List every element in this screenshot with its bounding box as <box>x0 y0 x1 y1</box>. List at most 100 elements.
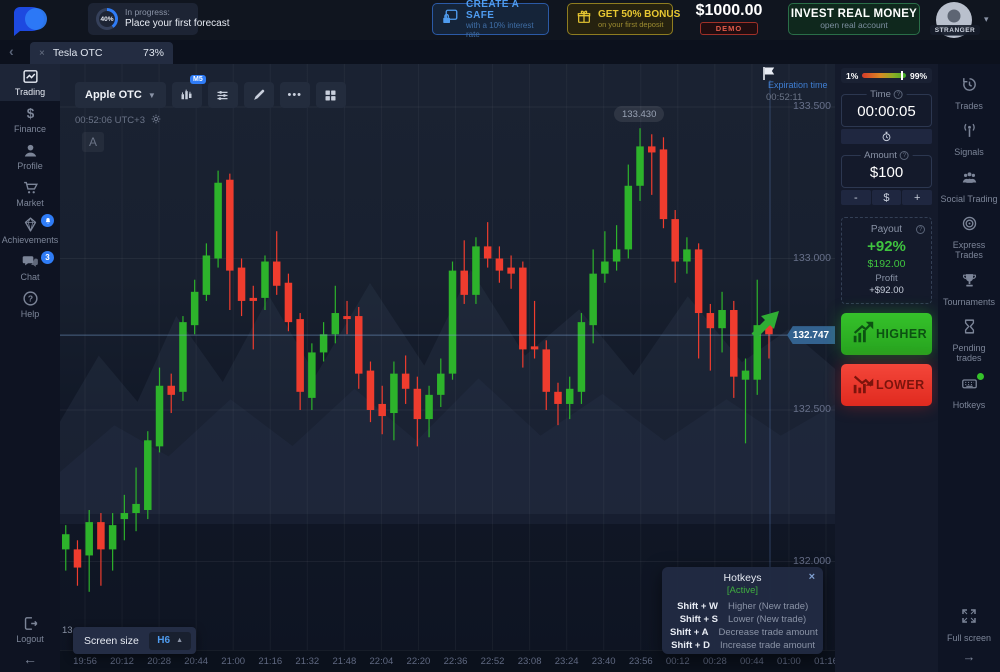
right-item-hotkeys[interactable]: Hotkeys <box>938 375 1000 410</box>
sidebar-item-help[interactable]: ?Help <box>0 286 60 323</box>
onboarding-progress[interactable]: 40% In progress: Place your first foreca… <box>88 3 198 35</box>
amount-field[interactable]: Amount? $100 <box>841 155 932 188</box>
more-tools-button[interactable]: ••• <box>280 82 310 108</box>
drawing-tools-button[interactable] <box>244 82 274 108</box>
time-axis-label: 21:00 <box>221 656 245 667</box>
invest-real-money-button[interactable]: INVEST REAL MONEY open real account <box>788 3 920 35</box>
lower-button[interactable]: LOWER <box>841 364 932 406</box>
layout-grid-button[interactable] <box>316 82 346 108</box>
trades-icon <box>961 76 978 98</box>
time-axis-label: 20:28 <box>147 656 171 667</box>
tabs-back-chevron-icon[interactable]: ‹ <box>9 43 14 59</box>
demo-account-badge: DEMO <box>700 22 758 35</box>
progress-caption: In progress: <box>125 7 229 18</box>
time-field[interactable]: Time? 00:00:05 <box>841 94 932 127</box>
sidebar-item-finance[interactable]: $Finance <box>0 101 60 138</box>
amount-currency-button[interactable]: $ <box>872 190 902 205</box>
left-sidebar: Trading $Finance Profile MarketAchievements… <box>0 64 60 672</box>
signals-icon <box>961 122 978 144</box>
amount-value[interactable]: $100 <box>842 164 931 181</box>
brand-logo-icon[interactable] <box>12 6 52 34</box>
sidebar-item-market[interactable]: Market <box>0 175 60 212</box>
amount-help-icon[interactable]: ? <box>900 151 909 160</box>
hotkeys-close-icon[interactable]: × <box>809 571 815 583</box>
server-time: 00:52:06 UTC+3 <box>75 115 145 126</box>
progress-task: Place your first forecast <box>125 18 229 31</box>
fullscreen-button[interactable]: Full screen <box>947 608 991 643</box>
trade-panel: 1% 99% Time? 00:00:05 Amount? $100 - $ +… <box>835 64 938 672</box>
current-price-badge: 132.747 <box>787 326 835 344</box>
profile-icon <box>22 142 39 159</box>
screen-size-popup: Screen size H6▲ <box>73 627 196 654</box>
chart-area[interactable]: Apple OTC▼ M5 ••• 00:52:06 UTC+3 A Expir… <box>60 64 835 672</box>
account-balance[interactable]: $1000.00 DEMO <box>688 2 770 35</box>
sidebar-item-label: Profile <box>17 161 43 171</box>
hotkeys-active-dot <box>977 373 984 380</box>
chat-count-badge: 3 <box>41 251 54 264</box>
panel-collapse-arrow-icon[interactable]: → <box>963 649 976 664</box>
help-icon: ? <box>22 290 39 307</box>
tab-close-icon[interactable]: × <box>39 48 45 59</box>
sentiment-buyers: 99% <box>910 71 927 81</box>
hotkeys-title: Hotkeys <box>670 572 815 584</box>
right-item-express[interactable]: Express Trades <box>938 215 1000 261</box>
avatar-chevron-down-icon[interactable]: ▾ <box>984 14 989 25</box>
sidebar-item-achievements[interactable]: Achievements <box>0 212 60 249</box>
right-item-trades[interactable]: Trades <box>938 76 1000 111</box>
time-axis-label: 21:16 <box>258 656 282 667</box>
right-item-tournaments[interactable]: Tournaments <box>938 272 1000 307</box>
chart-clock: 00:52:06 UTC+3 <box>75 114 161 127</box>
right-item-pending[interactable]: Pending trades <box>938 318 1000 364</box>
sidebar-item-label: Trading <box>15 87 45 97</box>
hotkeys-icon <box>961 375 978 397</box>
hotkey-row: Shift + ADecrease trade amount <box>670 626 815 639</box>
time-axis-label: 01:16 <box>814 656 835 667</box>
bonus-button[interactable]: GET 50% BONUS on your first deposit <box>567 3 673 35</box>
right-item-label: Hotkeys <box>940 400 998 410</box>
sidebar-item-logout[interactable]: Logout <box>0 612 60 646</box>
gift-icon <box>576 9 592 30</box>
collapse-sidebar-arrow-icon[interactable]: ← <box>0 646 60 672</box>
right-sidebar-items: Trades Signals Social Trading Express Trade… <box>938 76 1000 421</box>
sentiment-gradient-bar <box>862 73 906 78</box>
time-mode-toggle-button[interactable] <box>841 129 932 144</box>
hotkey-row: Shift + DIncrease trade amount <box>670 639 815 652</box>
session-high-label: 133.430 <box>614 106 664 122</box>
time-axis-label: 22:36 <box>444 656 468 667</box>
time-value[interactable]: 00:00:05 <box>842 103 931 120</box>
indicators-button[interactable] <box>208 82 238 108</box>
asset-tab-tesla[interactable]: × Tesla OTC 73% <box>30 42 173 64</box>
time-axis-label: 20:44 <box>184 656 208 667</box>
right-item-social[interactable]: Social Trading <box>938 169 1000 204</box>
bonus-subtitle: on your first deposit <box>598 20 680 29</box>
invest-subtitle: open real account <box>820 20 888 30</box>
profit-value: +$92.00 <box>848 285 925 296</box>
clock-settings-gear-icon[interactable] <box>151 114 161 127</box>
annotation-marker[interactable]: A <box>82 132 104 152</box>
market-icon <box>22 179 39 196</box>
hotkey-keys: Shift + D <box>670 639 710 652</box>
higher-button[interactable]: HIGHER <box>841 313 932 355</box>
time-axis-label: 22:52 <box>481 656 505 667</box>
session-low-label-partial: 13 <box>62 625 73 636</box>
symbol-selector[interactable]: Apple OTC▼ <box>75 82 166 108</box>
time-help-icon[interactable]: ? <box>894 90 903 99</box>
express-icon <box>961 215 978 237</box>
right-item-label: Signals <box>940 147 998 157</box>
bonus-title: GET 50% BONUS <box>598 9 680 20</box>
chart-type-button[interactable]: M5 <box>172 82 202 108</box>
screen-size-selector[interactable]: H6▲ <box>149 632 191 650</box>
time-label: Time <box>870 89 891 100</box>
amount-increase-button[interactable]: + <box>902 190 932 205</box>
time-axis-label: 20:12 <box>110 656 134 667</box>
sidebar-item-trading[interactable]: Trading <box>0 64 60 101</box>
hotkey-row: Shift + SLower (New trade) <box>670 613 815 626</box>
expiration-time-label: Expiration time <box>768 80 828 90</box>
sidebar-item-profile[interactable]: Profile <box>0 138 60 175</box>
right-item-signals[interactable]: Signals <box>938 122 1000 157</box>
create-safe-button[interactable]: CREATE A SAFE with a 10% interest rate <box>432 3 549 35</box>
amount-decrease-button[interactable]: - <box>841 190 871 205</box>
payout-help-icon[interactable]: ? <box>916 225 925 234</box>
sidebar-item-chat[interactable]: Chat3 <box>0 249 60 286</box>
create-safe-subtitle: with a 10% interest rate <box>466 21 540 39</box>
